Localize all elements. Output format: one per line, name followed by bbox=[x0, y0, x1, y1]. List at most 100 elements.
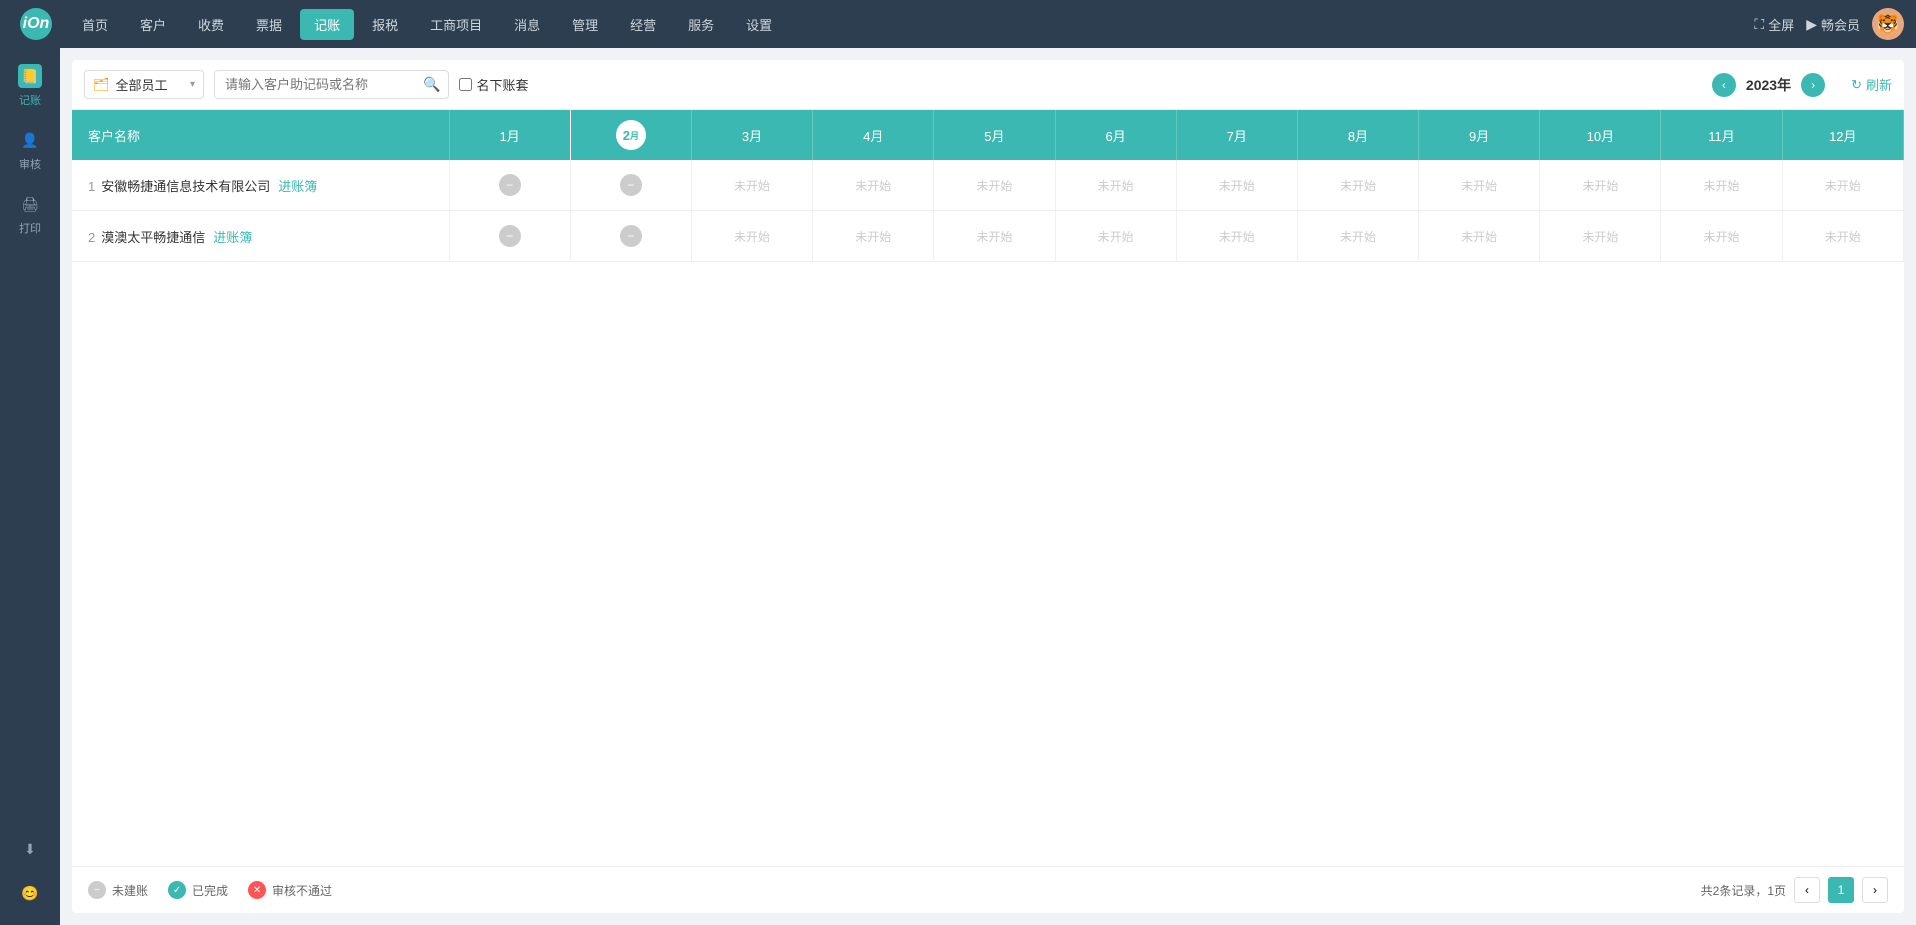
legend-label-rejected: 审核不通过 bbox=[272, 882, 332, 899]
nav-item-invoice[interactable]: 票据 bbox=[242, 9, 296, 40]
page-1-button[interactable]: 1 bbox=[1828, 877, 1854, 903]
customer-name: 安徽畅捷通信息技术有限公司 bbox=[101, 179, 270, 194]
fullscreen-button[interactable]: ⛶ 全屏 bbox=[1754, 15, 1794, 34]
sidebar-item-support[interactable]: 😊 bbox=[4, 873, 56, 913]
col-header-m8: 8月 bbox=[1297, 110, 1418, 160]
month-cell-m8: 未开始 bbox=[1297, 160, 1418, 211]
search-button[interactable]: 🔍 bbox=[415, 71, 448, 98]
not-started-label: 未开始 bbox=[1098, 230, 1134, 244]
col-header-m11: 11月 bbox=[1661, 110, 1782, 160]
legend-icon-rejected: ✕ bbox=[248, 881, 266, 899]
legend-icon-completed: ✓ bbox=[168, 881, 186, 899]
not-started-label: 未开始 bbox=[1825, 230, 1861, 244]
employee-icon: 🗂 bbox=[93, 77, 110, 93]
month-cell-m12: 未开始 bbox=[1782, 160, 1903, 211]
month-cell-m3: 未开始 bbox=[691, 211, 812, 262]
top-nav: iOn 首页客户收费票据记账报税工商项目消息管理经营服务设置 ⛶ 全屏 ▶ 畅会… bbox=[0, 0, 1916, 48]
not-started-label: 未开始 bbox=[1340, 230, 1376, 244]
nav-item-tax[interactable]: 报税 bbox=[358, 9, 412, 40]
col-header-m10: 10月 bbox=[1540, 110, 1661, 160]
not-started-label: 未开始 bbox=[1704, 179, 1740, 193]
month-cell-m12: 未开始 bbox=[1782, 211, 1903, 262]
not-started-label: 未开始 bbox=[976, 230, 1012, 244]
month-cell-m2: − bbox=[570, 211, 691, 262]
col-header-m4: 4月 bbox=[813, 110, 934, 160]
next-year-button[interactable]: › bbox=[1801, 73, 1825, 97]
enter-ledger-link[interactable]: 进账簿 bbox=[213, 230, 252, 245]
nav-item-manage[interactable]: 管理 bbox=[558, 9, 612, 40]
sidebar-icon-review: 👤 bbox=[18, 128, 42, 152]
prev-page-button[interactable]: ‹ bbox=[1794, 877, 1820, 903]
not-started-label: 未开始 bbox=[855, 179, 891, 193]
employee-label: 全部员工 bbox=[116, 75, 168, 94]
sidebar-icon-support: 😊 bbox=[18, 881, 42, 905]
employee-select[interactable]: 🗂 全部员工 ▾ bbox=[84, 70, 204, 99]
dropdown-arrow-icon: ▾ bbox=[190, 79, 195, 90]
customer-name-cell: 2 漠澳太平畅捷通信进账簿 bbox=[72, 211, 449, 262]
sidebar-label-accounting: 记账 bbox=[19, 92, 41, 108]
month-cell-m7: 未开始 bbox=[1176, 211, 1297, 262]
month-cell-m6: 未开始 bbox=[1055, 160, 1176, 211]
nav-item-operation[interactable]: 经营 bbox=[616, 9, 670, 40]
month-cell-m2: − bbox=[570, 160, 691, 211]
month-cell-m1: − bbox=[449, 160, 570, 211]
sidebar-item-accounting[interactable]: 📒 记账 bbox=[4, 56, 56, 116]
not-started-label: 未开始 bbox=[1219, 230, 1255, 244]
prev-year-button[interactable]: ‹ bbox=[1712, 73, 1736, 97]
year-display: 2023年 bbox=[1746, 75, 1791, 95]
customer-name: 漠澳太平畅捷通信 bbox=[101, 230, 205, 245]
sidebar-item-review[interactable]: 👤 审核 bbox=[4, 120, 56, 180]
month-cell-m10: 未开始 bbox=[1540, 211, 1661, 262]
status-dot-icon: − bbox=[499, 174, 521, 196]
row-number: 2 bbox=[88, 230, 95, 245]
sidebar-icon-accounting: 📒 bbox=[18, 64, 42, 88]
enter-ledger-link[interactable]: 进账簿 bbox=[278, 179, 317, 194]
col-header-m3: 3月 bbox=[691, 110, 812, 160]
status-dot-icon: − bbox=[620, 174, 642, 196]
legend-item-completed: ✓已完成 bbox=[168, 881, 228, 899]
month-cell-m9: 未开始 bbox=[1419, 211, 1540, 262]
legend-item-not-built: −未建账 bbox=[88, 881, 148, 899]
main-content: 🗂 全部员工 ▾ 🔍 名下账套 ‹ 2023年 › bbox=[60, 48, 1916, 925]
nav-item-home[interactable]: 首页 bbox=[68, 9, 122, 40]
not-started-label: 未开始 bbox=[1461, 179, 1497, 193]
sidebar-item-print[interactable]: 🖨 打印 bbox=[4, 184, 56, 244]
col-header-m2: 2月 bbox=[570, 110, 691, 160]
nav-item-settings[interactable]: 设置 bbox=[732, 9, 786, 40]
month-cell-m1: − bbox=[449, 211, 570, 262]
month-cell-m11: 未开始 bbox=[1661, 211, 1782, 262]
not-started-label: 未开始 bbox=[734, 230, 770, 244]
active-month-circle: 2月 bbox=[616, 120, 646, 150]
month-cell-m3: 未开始 bbox=[691, 160, 812, 211]
my-accounts-checkbox[interactable] bbox=[459, 78, 472, 91]
status-dot-icon: − bbox=[499, 225, 521, 247]
nav-item-business[interactable]: 工商项目 bbox=[416, 9, 496, 40]
not-started-label: 未开始 bbox=[1461, 230, 1497, 244]
next-page-button[interactable]: › bbox=[1862, 877, 1888, 903]
my-accounts-checkbox-wrap[interactable]: 名下账套 bbox=[459, 75, 528, 94]
nav-item-accounting[interactable]: 记账 bbox=[300, 9, 354, 40]
layout: 📒 记账 👤 审核 🖨 打印 ⬇ 😊 🗂 全部员工 ▾ 🔍 bbox=[0, 48, 1916, 925]
search-wrap: 🔍 bbox=[214, 70, 449, 99]
refresh-label: 刷新 bbox=[1866, 75, 1892, 94]
nav-item-message[interactable]: 消息 bbox=[500, 9, 554, 40]
month-cell-m4: 未开始 bbox=[813, 211, 934, 262]
nav-item-service[interactable]: 服务 bbox=[674, 9, 728, 40]
nav-item-customer[interactable]: 客户 bbox=[126, 9, 180, 40]
search-input[interactable] bbox=[215, 72, 415, 97]
pagination: 共2条记录，1页 ‹ 1 › bbox=[1701, 877, 1888, 903]
status-dot-icon: − bbox=[620, 225, 642, 247]
nav-items: 首页客户收费票据记账报税工商项目消息管理经营服务设置 bbox=[68, 9, 1754, 40]
vip-button[interactable]: ▶ 畅会员 bbox=[1806, 15, 1860, 34]
sidebar: 📒 记账 👤 审核 🖨 打印 ⬇ 😊 bbox=[0, 48, 60, 925]
not-started-label: 未开始 bbox=[1582, 179, 1618, 193]
month-cell-m5: 未开始 bbox=[934, 211, 1055, 262]
nav-item-fee[interactable]: 收费 bbox=[184, 9, 238, 40]
avatar[interactable]: 🐯 bbox=[1872, 8, 1904, 40]
not-started-label: 未开始 bbox=[1825, 179, 1861, 193]
col-header-m7: 7月 bbox=[1176, 110, 1297, 160]
accounts-table: 客户名称1月2月3月4月5月6月7月8月9月10月11月12月1安徽畅捷通信息技… bbox=[72, 110, 1904, 262]
sidebar-item-download[interactable]: ⬇ bbox=[4, 829, 56, 869]
not-started-label: 未开始 bbox=[1098, 179, 1134, 193]
refresh-button[interactable]: ↻ 刷新 bbox=[1851, 75, 1892, 94]
